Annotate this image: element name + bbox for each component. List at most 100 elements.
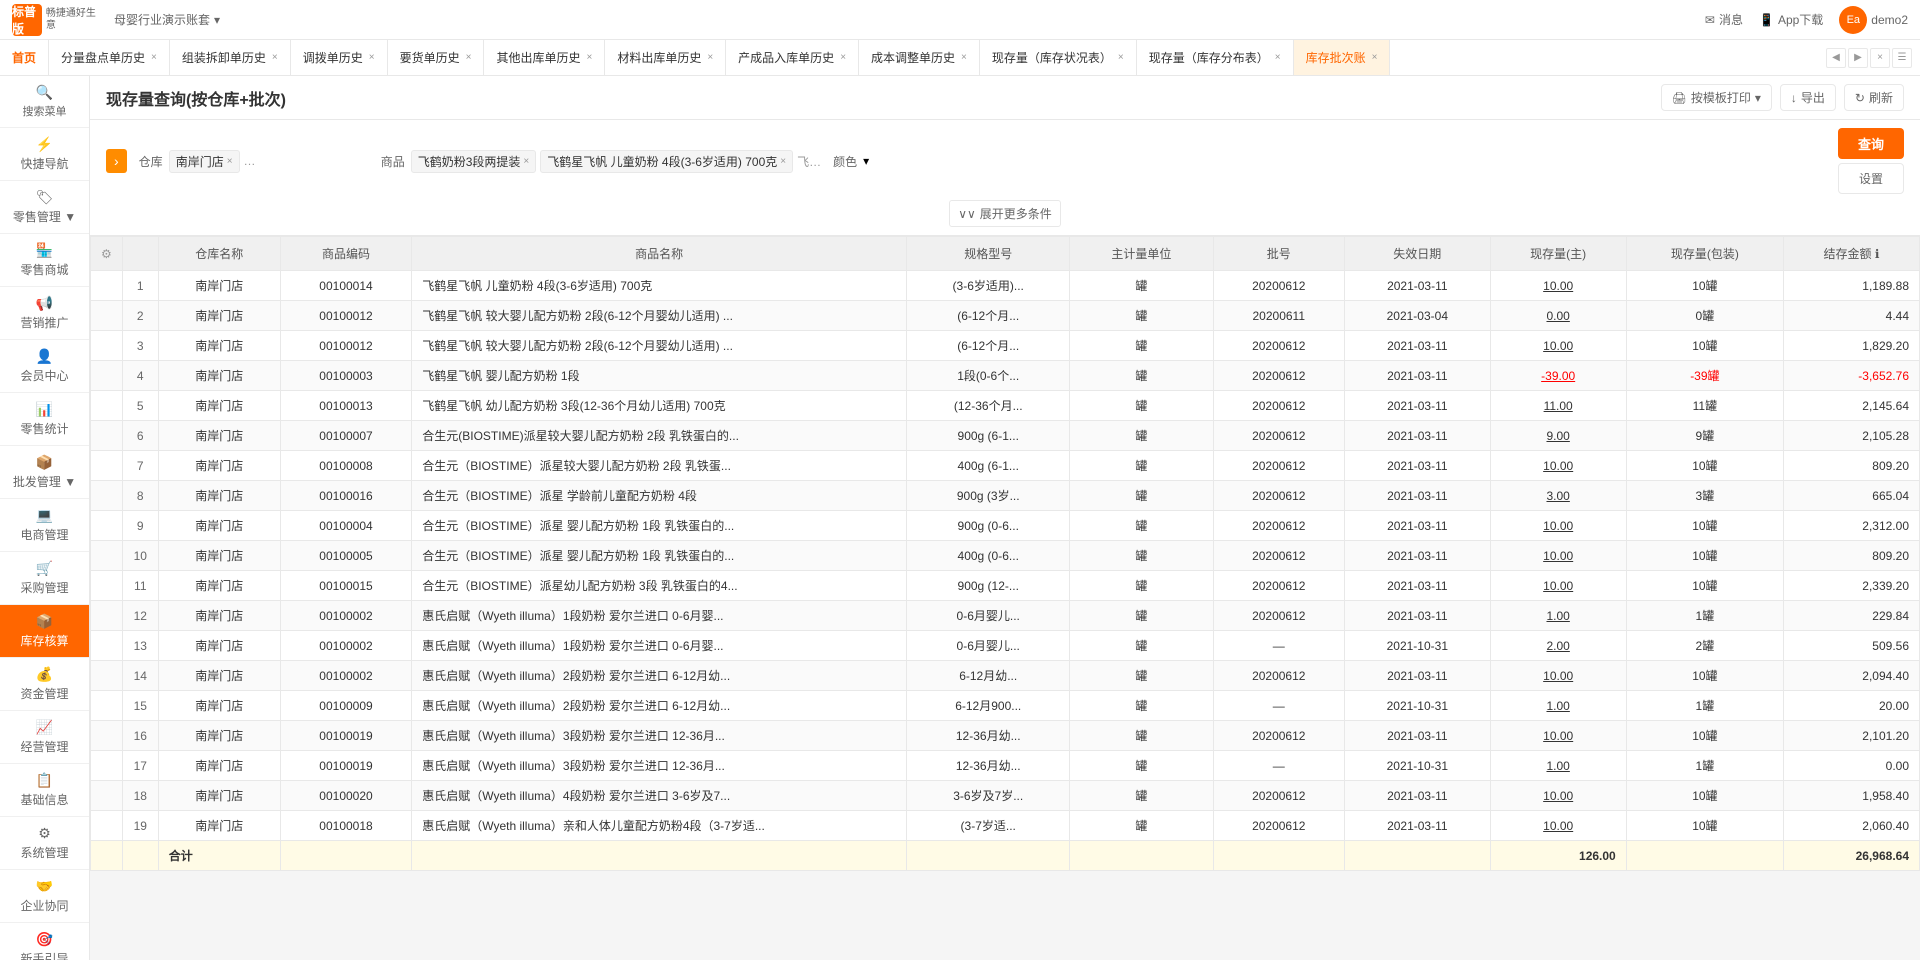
sidebar-item-inventory-check[interactable]: 📦 库存核算 (0, 605, 89, 658)
search-button[interactable]: 查询 (1838, 128, 1904, 159)
row-stock-main[interactable]: -39.00 (1490, 361, 1626, 391)
row-stock-main[interactable]: 10.00 (1490, 661, 1626, 691)
tab-disassemble[interactable]: 组装拆卸单历史 × (170, 40, 291, 76)
export-button[interactable]: ↓ 导出 (1780, 84, 1836, 111)
sidebar-nav-item[interactable]: ⚡ 快捷导航 (0, 128, 89, 181)
tab-close-all-btn[interactable]: × (1870, 48, 1890, 68)
app-download-btn[interactable]: 📱 App下载 (1759, 11, 1823, 28)
content-area: 现存量查询(按仓库+批次) 🖨 按模板打印 ▾ ↓ 导出 ↻ 刷新 (90, 76, 1920, 960)
row-product-code: 00100002 (280, 661, 411, 691)
tab-other-out[interactable]: 其他出库单历史 × (484, 40, 605, 76)
tab-inventory-status[interactable]: 现存量（库存状况表） × (980, 40, 1137, 76)
user-area[interactable]: Ea demo2 (1839, 6, 1908, 34)
sidebar-item-retail-stat[interactable]: 📊 零售统计 (0, 393, 89, 446)
row-stock-main[interactable]: 1.00 (1490, 751, 1626, 781)
tab-close-product-in[interactable]: × (840, 52, 846, 63)
sidebar-item-marketing[interactable]: 📢 营销推广 (0, 287, 89, 340)
row-product-code: 00100014 (280, 271, 411, 301)
sidebar-item-operation[interactable]: 📈 经营管理 (0, 711, 89, 764)
sidebar-item-basic-info[interactable]: 📋 基础信息 (0, 764, 89, 817)
sidebar-item-new-guide[interactable]: 🎯 新手引导 (0, 923, 89, 960)
sidebar-item-enterprise-coop[interactable]: 🤝 企业协同 (0, 870, 89, 923)
row-stock-main[interactable]: 10.00 (1490, 721, 1626, 751)
tab-close-batch-voucher[interactable]: × (1372, 52, 1378, 63)
tab-close-inventory-dist[interactable]: × (1275, 52, 1281, 63)
filter-more-btn[interactable]: … (244, 154, 256, 168)
sidebar-item-ecommerce[interactable]: 💻 电商管理 (0, 499, 89, 552)
row-stock-main[interactable]: 10.00 (1490, 511, 1626, 541)
sidebar-item-retail-shop[interactable]: 🏪 零售商城 (0, 234, 89, 287)
tab-borrow[interactable]: 要货单历史 × (388, 40, 485, 76)
row-stock-main[interactable]: 3.00 (1490, 481, 1626, 511)
col-settings[interactable]: ⚙ (91, 237, 123, 271)
row-stock-main[interactable]: 1.00 (1490, 691, 1626, 721)
row-batch: 20200612 (1213, 781, 1344, 811)
sidebar-item-wholesale[interactable]: 📦 批发管理 ▼ (0, 446, 89, 499)
tab-close-mix[interactable]: × (369, 52, 375, 63)
tab-cost-adjust[interactable]: 成本调整单历史 × (859, 40, 980, 76)
col-product-name: 商品名称 (412, 237, 907, 271)
tab-split-inventory[interactable]: 分量盘点单历史 × (49, 40, 170, 76)
row-spec: (6-12个月... (907, 331, 1070, 361)
row-stock-main[interactable]: 11.00 (1490, 391, 1626, 421)
filter-expand-btn[interactable]: ∨∨ 展开更多条件 (949, 200, 1061, 227)
print-button[interactable]: 🖨 按模板打印 ▾ (1661, 84, 1772, 111)
product-more-btn[interactable]: 飞… (797, 153, 821, 170)
row-stock-main[interactable]: 10.00 (1490, 571, 1626, 601)
row-stock-main[interactable]: 0.00 (1490, 301, 1626, 331)
sidebar-search[interactable]: 🔍 搜索菜单 (0, 76, 89, 128)
tab-close-disassemble[interactable]: × (272, 52, 278, 63)
message-btn[interactable]: ✉ 消息 (1705, 11, 1743, 28)
table-row: 16 南岸门店 00100019 惠氏启赋（Wyeth illuma）3段奶粉 … (91, 721, 1920, 751)
table-container[interactable]: ⚙ 仓库名称 商品编码 商品名称 规格型号 主计量单位 批号 失效日期 现存量(… (90, 236, 1920, 960)
setting-button[interactable]: 设置 (1838, 163, 1904, 194)
filter-expand-arrow[interactable]: › (106, 149, 127, 173)
row-unit: 罐 (1070, 361, 1213, 391)
filter-row: › 仓库 南岸门店 × … 商品 飞鹤奶粉3段两提 (106, 128, 1904, 194)
product-tag-1-close[interactable]: × (523, 156, 529, 167)
sidebar-item-member-center[interactable]: 👤 会员中心 (0, 340, 89, 393)
tab-product-in[interactable]: 产成品入库单历史 × (726, 40, 859, 76)
row-stock-main[interactable]: 10.00 (1490, 451, 1626, 481)
row-stock-main[interactable]: 10.00 (1490, 541, 1626, 571)
tab-close-cost-adjust[interactable]: × (961, 52, 967, 63)
refresh-button[interactable]: ↻ 刷新 (1844, 84, 1904, 111)
finance-icon: 💰 (36, 666, 53, 683)
row-closing-amount: 4.44 (1784, 301, 1920, 331)
tab-close-inventory-status[interactable]: × (1118, 52, 1124, 63)
row-product-name: 惠氏启赋（Wyeth illuma）2段奶粉 爱尔兰进口 6-12月幼... (412, 661, 907, 691)
row-unit: 罐 (1070, 511, 1213, 541)
sidebar-item-purchase[interactable]: 🛒 采购管理 (0, 552, 89, 605)
tab-batch-voucher[interactable]: 库存批次账 × (1294, 40, 1391, 76)
tab-close-material-out[interactable]: × (707, 52, 713, 63)
tab-mix-order[interactable]: 调拨单历史 × (291, 40, 388, 76)
row-stock-main[interactable]: 2.00 (1490, 631, 1626, 661)
row-warehouse: 南岸门店 (158, 361, 280, 391)
row-stock-main[interactable]: 10.00 (1490, 271, 1626, 301)
sidebar-item-system[interactable]: ⚙ 系统管理 (0, 817, 89, 870)
tab-next-btn[interactable]: ▶ (1848, 48, 1868, 68)
row-num: 13 (122, 631, 158, 661)
col-warehouse: 仓库名称 (158, 237, 280, 271)
row-stock-main[interactable]: 10.00 (1490, 781, 1626, 811)
row-stock-main[interactable]: 10.00 (1490, 331, 1626, 361)
sidebar-item-finance[interactable]: 💰 资金管理 (0, 658, 89, 711)
sidebar-item-retail-mgmt[interactable]: 🏷 零售管理 ▼ (0, 181, 89, 234)
row-settings (91, 601, 123, 631)
row-stock-main[interactable]: 9.00 (1490, 421, 1626, 451)
tab-material-out[interactable]: 材料出库单历史 × (605, 40, 726, 76)
tab-close-split[interactable]: × (151, 52, 157, 63)
settings-icon[interactable]: ⚙ (101, 247, 112, 261)
tab-close-other-out[interactable]: × (586, 52, 592, 63)
tab-close-borrow[interactable]: × (466, 52, 472, 63)
row-stock-main[interactable]: 1.00 (1490, 601, 1626, 631)
warehouse-tag-close[interactable]: × (227, 156, 233, 167)
row-stock-main[interactable]: 10.00 (1490, 811, 1626, 841)
color-label: 颜色 (833, 153, 857, 170)
tab-menu-btn[interactable]: ☰ (1892, 48, 1912, 68)
tab-prev-btn[interactable]: ◀ (1826, 48, 1846, 68)
row-expiry: 2021-03-11 (1345, 811, 1491, 841)
tab-inventory-dist[interactable]: 现存量（库存分布表） × (1137, 40, 1294, 76)
tab-home[interactable]: 首页 (0, 40, 49, 76)
product-tag-2-close[interactable]: × (780, 156, 786, 167)
